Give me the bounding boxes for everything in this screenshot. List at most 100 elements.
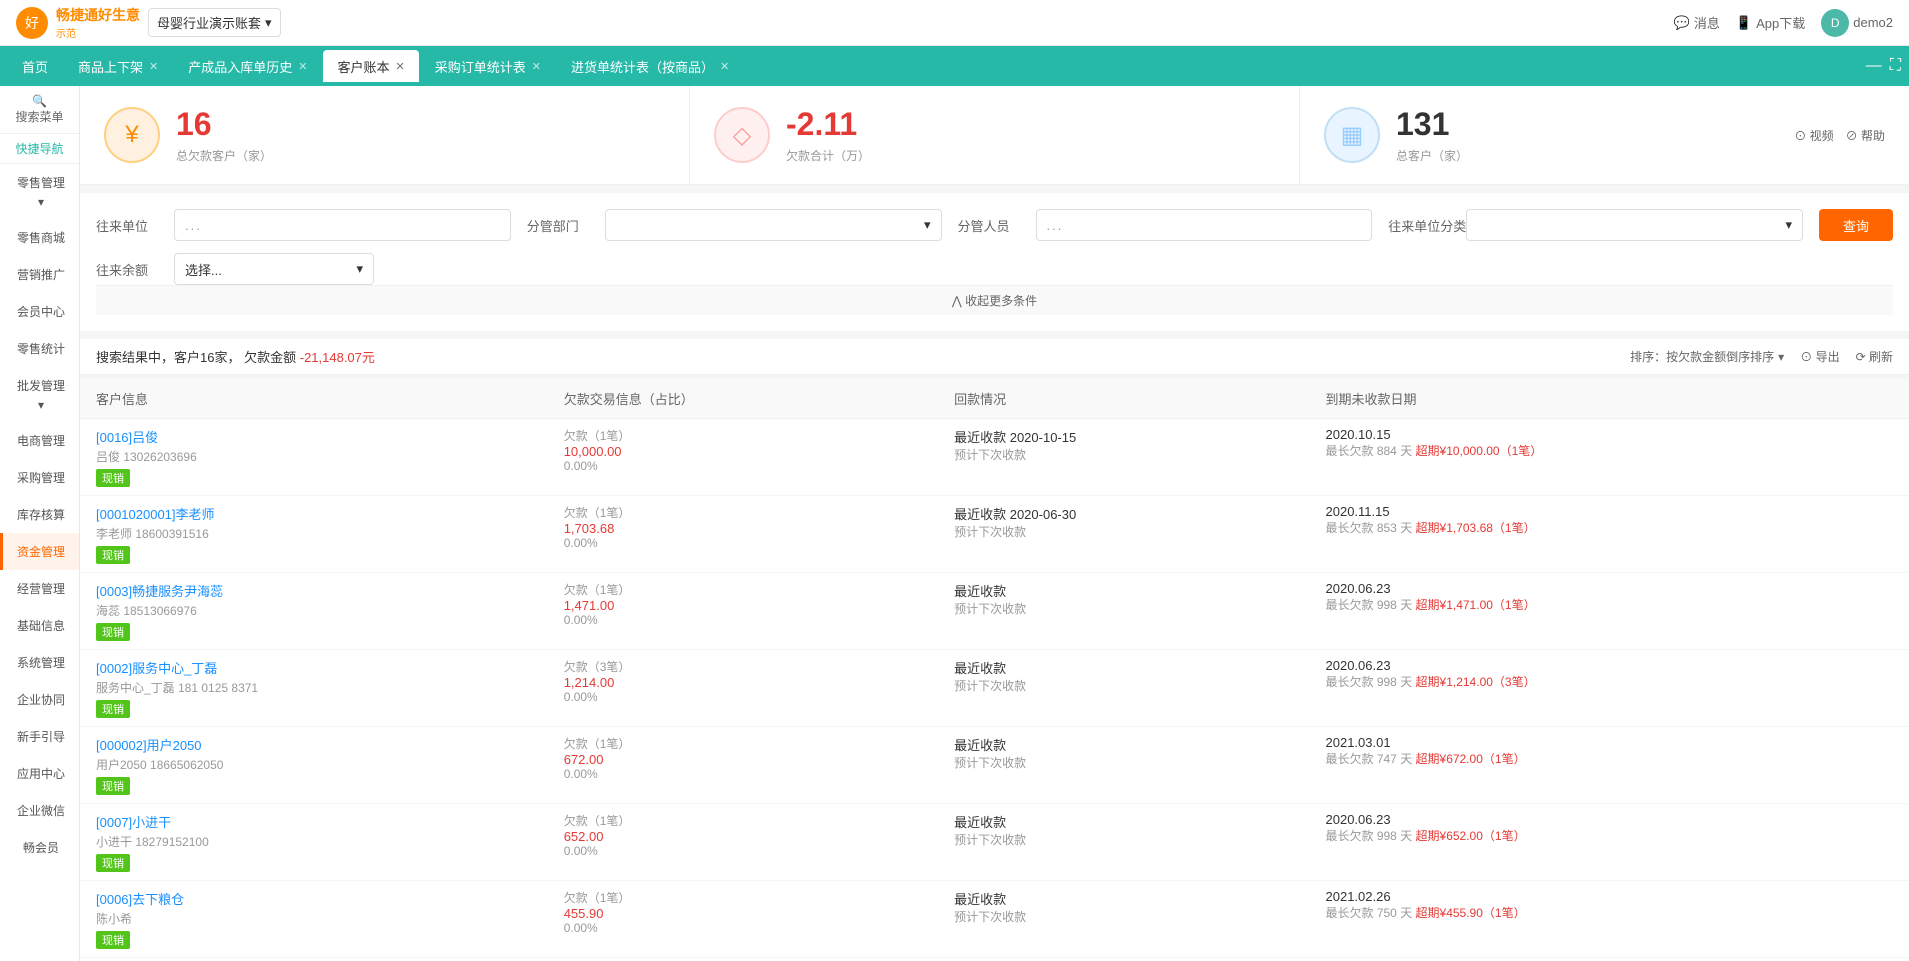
debt-amount-5[interactable]: 652.00 [564,829,922,844]
export-btn[interactable]: ⊙ 导出 [1800,348,1839,365]
table-row: [0001020001]李老师 李老师 18600391516 现销 欠款（1笔… [80,496,1909,573]
batch-mgmt-label: 批发管理 [17,377,65,394]
customer-tag-6: 现销 [96,931,130,949]
overdue-amount-2[interactable]: 超期¥1,471.00（1笔） [1416,598,1536,612]
next-collection-1: 预计下次收款 [954,523,1293,540]
customer-name-1[interactable]: [0001020001]李老师 [96,504,532,523]
overdue-amount-5[interactable]: 超期¥652.00（1笔） [1416,829,1526,843]
sidebar-item-basic-info[interactable]: 基础信息 [0,607,79,644]
sidebar-item-retail-shop[interactable]: 零售商城 [0,219,79,256]
system-mgmt-label: 系统管理 [17,654,65,671]
tab-bar-minimize[interactable]: — [1866,57,1882,75]
overdue-amount-0[interactable]: 超期¥10,000.00（1笔） [1416,444,1543,458]
tab-purchase-goods-stat-close[interactable]: ✕ [720,60,729,73]
sidebar-item-member-center[interactable]: 会员中心 [0,293,79,330]
collapse-btn[interactable]: ⋀ 收起更多条件 [96,285,1893,315]
overdue-amount-4[interactable]: 超期¥672.00（1笔） [1416,752,1526,766]
message-btn[interactable]: 💬 消息 [1674,13,1720,32]
app-label: App下载 [1756,13,1805,32]
cell-customer-info-6: [0006]去下粮仓 陈小希 现销 [80,881,548,958]
cell-collection-3: 最近收款 预计下次收款 [938,650,1309,727]
tab-product-offsale-close[interactable]: ✕ [149,60,158,73]
cell-due-date-2: 2020.06.23 最长欠款 998 天 超期¥1,471.00（1笔） [1310,573,1909,650]
refresh-btn[interactable]: ⟳ 刷新 [1856,348,1893,365]
sidebar-item-new-guide[interactable]: 新手引导 [0,718,79,755]
org-dropdown-icon: ▾ [265,15,272,31]
new-guide-label: 新手引导 [17,728,65,745]
org-selector[interactable]: 母婴行业演示账套 ▾ [148,8,281,37]
debt-amount-0[interactable]: 10,000.00 [564,444,922,459]
sidebar-search[interactable]: 🔍 搜索菜单 [0,86,79,134]
overdue-amount-6[interactable]: 超期¥455.90（1笔） [1416,906,1526,920]
filter-row-1: 往来单位 ... 分管部门 ▾ 分管人员 ... [96,209,1893,241]
debt-count-2: 欠款（1笔） [564,581,922,598]
video-btn[interactable]: ⊙ 视频 [1794,127,1833,144]
customer-name-4[interactable]: [000002]用户2050 [96,735,532,754]
customer-name-2[interactable]: [0003]畅捷服务尹海蕊 [96,581,532,600]
sidebar-item-batch-mgmt[interactable]: 批发管理 ▾ [0,367,79,422]
sidebar-item-enterprise-wechat[interactable]: 企业微信 [0,792,79,829]
sidebar-item-app-center[interactable]: 应用中心 [0,755,79,792]
sidebar-item-ops-mgmt[interactable]: 经营管理 [0,570,79,607]
sidebar-item-inventory-check[interactable]: 库存核算 [0,496,79,533]
customer-name-5[interactable]: [0007]小进干 [96,812,532,831]
customer-name-3[interactable]: [0002]服务中心_丁磊 [96,658,532,677]
staff-input[interactable]: ... [1036,209,1373,241]
customer-tag-2: 现销 [96,623,130,641]
sidebar-item-enterprise-collab[interactable]: 企业协同 [0,681,79,718]
tab-production-history-close[interactable]: ✕ [298,60,307,73]
next-collection-4: 预计下次收款 [954,754,1293,771]
sidebar: 🔍 搜索菜单 快捷导航 零售管理 ▾ 零售商城 营销推广 会员中心 零售统计 批… [0,86,80,961]
tab-customer-account[interactable]: 客户账本 ✕ [323,50,418,82]
balance-select[interactable]: 选择... ▾ [174,253,374,285]
overdue-amount-3[interactable]: 超期¥1,214.00（3笔） [1416,675,1536,689]
customer-name-0[interactable]: [0016]吕俊 [96,427,532,446]
tab-production-history-label: 产成品入库单历史 [188,57,292,76]
debt-amount-6[interactable]: 455.90 [564,906,922,921]
customer-contact-0: 吕俊 13026203696 [96,448,532,465]
sidebar-item-retail-mgmt[interactable]: 零售管理 ▾ [0,164,79,219]
sidebar-item-retail-stat[interactable]: 零售统计 [0,330,79,367]
debt-amount-4[interactable]: 672.00 [564,752,922,767]
source-unit-input[interactable]: ... [174,209,511,241]
cell-due-date-7: 2020.12.30 最长欠款 808 天 超期¥429.00（1笔） [1310,958,1909,961]
customer-contact-3: 服务中心_丁磊 181 0125 8371 [96,679,532,696]
sort-select[interactable]: 排序：按欠款金额倒序排序 ▾ [1630,348,1784,365]
cell-debt-info-7: 欠款（1笔） 429.00 0.00% [548,958,938,961]
cell-due-date-0: 2020.10.15 最长欠款 884 天 超期¥10,000.00（1笔） [1310,419,1909,496]
table-row: [0002]服务中心_丁磊 服务中心_丁磊 181 0125 8371 现销 欠… [80,650,1909,727]
cell-due-date-5: 2020.06.23 最长欠款 998 天 超期¥652.00（1笔） [1310,804,1909,881]
debt-amount-3[interactable]: 1,214.00 [564,675,922,690]
stat-icon-debt-customers: ¥ [104,107,160,163]
tab-purchase-goods-stat[interactable]: 进货单统计表（按商品） ✕ [557,50,743,82]
debt-amount-1[interactable]: 1,703.68 [564,521,922,536]
cell-collection-4: 最近收款 预计下次收款 [938,727,1309,804]
overdue-amount-1[interactable]: 超期¥1,703.68（1笔） [1416,521,1536,535]
unit-type-select[interactable]: ▾ [1466,209,1803,241]
debt-pct-1: 0.00% [564,536,922,550]
customer-name-6[interactable]: [0006]去下粮仓 [96,889,532,908]
user-profile-btn[interactable]: D demo2 [1821,9,1893,37]
sidebar-item-system-mgmt[interactable]: 系统管理 [0,644,79,681]
query-button[interactable]: 查询 [1819,209,1893,241]
debt-amount-2[interactable]: 1,471.00 [564,598,922,613]
message-label: 消息 [1694,13,1720,32]
dept-select[interactable]: ▾ [605,209,942,241]
tab-home[interactable]: 首页 [8,50,62,82]
sidebar-item-capital-mgmt[interactable]: 资金管理 [0,533,79,570]
tab-purchase-stat[interactable]: 采购订单统计表 ✕ [421,50,555,82]
sidebar-item-purchase-mgmt[interactable]: 采购管理 [0,459,79,496]
tab-purchase-stat-close[interactable]: ✕ [532,60,541,73]
help-btn[interactable]: ⊘ 帮助 [1846,127,1885,144]
tab-production-history[interactable]: 产成品入库单历史 ✕ [174,50,321,82]
tab-product-offsale[interactable]: 商品上下架 ✕ [64,50,172,82]
sidebar-item-member-vip[interactable]: 畅会员 [0,829,79,866]
balance-label: 往来余额 [96,260,166,279]
tab-customer-account-close[interactable]: ✕ [396,60,405,73]
sidebar-quick[interactable]: 快捷导航 [0,134,79,164]
tab-bar-maximize[interactable]: ⛶ [1890,57,1901,75]
due-date-5: 2020.06.23 [1326,812,1894,827]
sidebar-item-marketing[interactable]: 营销推广 [0,256,79,293]
sidebar-item-ecommerce-mgmt[interactable]: 电商管理 [0,422,79,459]
app-download-btn[interactable]: 📱 App下载 [1736,13,1805,32]
